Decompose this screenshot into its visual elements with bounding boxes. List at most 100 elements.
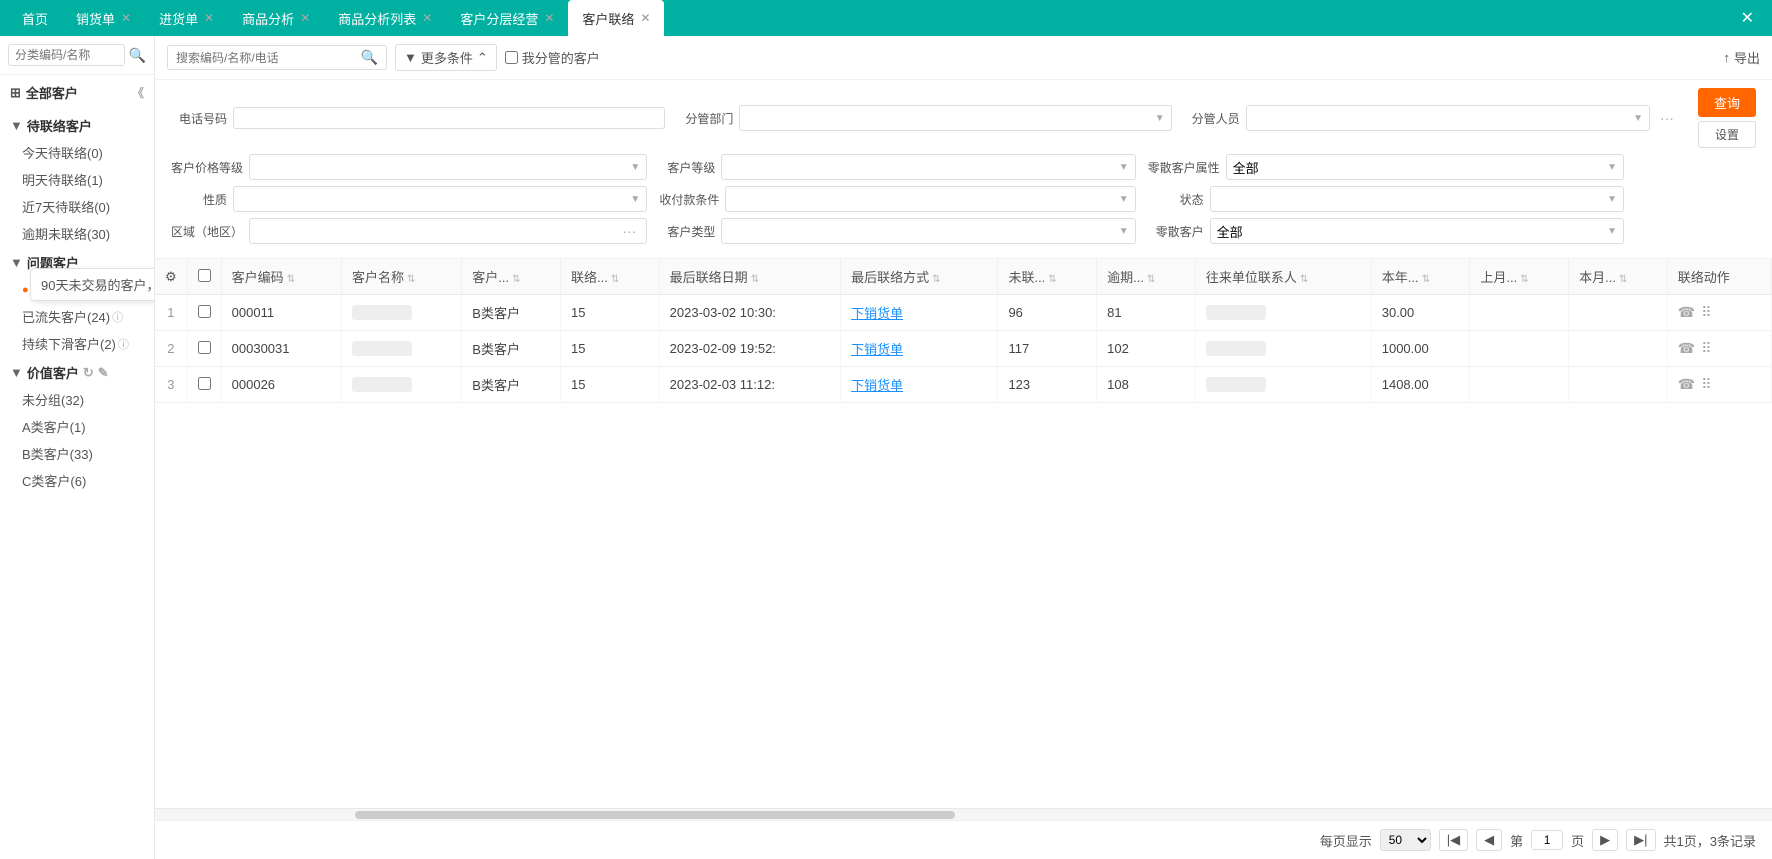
- row-last-method[interactable]: 下销货单: [841, 295, 998, 331]
- first-page-button[interactable]: |◀: [1439, 829, 1468, 851]
- filter-search-icon[interactable]: 🔍: [361, 49, 378, 66]
- page-size-select[interactable]: 50 100: [1380, 829, 1431, 851]
- row-this-year: 30.00: [1371, 295, 1470, 331]
- select-all-checkbox[interactable]: [198, 269, 211, 282]
- customer-type-select[interactable]: ▼: [721, 218, 1135, 244]
- tab-customer-contact[interactable]: 客户联络 ✕: [568, 0, 664, 36]
- sidebar-section-value[interactable]: ▼ 价值客户 ↻ ✎: [0, 357, 154, 386]
- nature-select[interactable]: ▼: [233, 186, 647, 212]
- declining-info-icon[interactable]: ⓘ: [118, 336, 129, 352]
- contact-icon[interactable]: ☎: [1678, 340, 1695, 357]
- close-tab-purchase-icon[interactable]: ✕: [204, 11, 214, 25]
- close-tab-customer-segment-icon[interactable]: ✕: [544, 11, 554, 25]
- filter-search-input[interactable]: [176, 51, 361, 65]
- row-checkbox[interactable]: [198, 341, 211, 354]
- sort-unit-icon[interactable]: ⇅: [1300, 274, 1308, 285]
- price-level-select[interactable]: ▼: [249, 154, 647, 180]
- row-checkbox[interactable]: [198, 377, 211, 390]
- table-row: 3000026 B类客户152023-02-03 11:12:下销货单12310…: [155, 367, 1772, 403]
- person-more-icon[interactable]: ···: [1656, 110, 1678, 126]
- sort-this-year-icon[interactable]: ⇅: [1422, 274, 1430, 285]
- sidebar-item-class-c[interactable]: C类客户(6): [0, 467, 154, 494]
- customer-level-select[interactable]: ▼: [721, 154, 1135, 180]
- sidebar-item-tomorrow-pending[interactable]: 明天待联络(1): [0, 166, 154, 193]
- payment-select[interactable]: ▼: [725, 186, 1135, 212]
- close-tab-analysis-icon[interactable]: ✕: [300, 11, 310, 25]
- sidebar-item-overdue-pending[interactable]: 逾期未联络(30): [0, 220, 154, 247]
- row-last-method[interactable]: 下销货单: [841, 331, 998, 367]
- query-button[interactable]: 查询: [1698, 88, 1756, 117]
- sort-not-contacted-icon[interactable]: ⇅: [1048, 274, 1056, 285]
- sort-type-icon[interactable]: ⇅: [512, 274, 520, 285]
- contact-icon[interactable]: ☎: [1678, 376, 1695, 393]
- sidebar-item-class-b[interactable]: B类客户(33): [0, 440, 154, 467]
- next-page-button[interactable]: ▶: [1592, 829, 1618, 851]
- sort-last-month-icon[interactable]: ⇅: [1520, 274, 1528, 285]
- row-unit-contact: [1195, 367, 1371, 403]
- export-button[interactable]: ↑ 导出: [1723, 48, 1760, 67]
- sidebar-section-pending[interactable]: ▼ 待联络客户: [0, 110, 154, 139]
- row-checkbox[interactable]: [198, 305, 211, 318]
- contact-icon[interactable]: ☎: [1678, 304, 1695, 321]
- sidebar-item-churned[interactable]: 已流失客户(24) ⓘ: [0, 303, 154, 330]
- dept-select[interactable]: ▼: [739, 105, 1171, 131]
- sort-overdue-icon[interactable]: ⇅: [1147, 274, 1155, 285]
- refresh-value-icon[interactable]: ↻: [83, 365, 94, 381]
- zero-customer-select[interactable]: 全部 ▼: [1210, 218, 1624, 244]
- status-select[interactable]: ▼: [1210, 186, 1624, 212]
- sort-contacts-icon[interactable]: ⇅: [611, 274, 619, 285]
- page-number-input[interactable]: [1531, 830, 1563, 850]
- last-page-button[interactable]: ▶|: [1626, 829, 1655, 851]
- tab-sales[interactable]: 销货单 ✕: [62, 0, 145, 36]
- row-name: [341, 295, 461, 331]
- filter-more-conditions[interactable]: ▼ 更多条件 ⌃: [395, 44, 497, 71]
- sidebar-item-7day-pending[interactable]: 近7天待联络(0): [0, 193, 154, 220]
- close-tab-customer-contact-icon[interactable]: ✕: [640, 11, 650, 25]
- more-action-icon[interactable]: ⠿: [1701, 376, 1711, 393]
- sort-this-month-icon[interactable]: ⇅: [1619, 274, 1627, 285]
- edit-value-icon[interactable]: ✎: [98, 365, 109, 381]
- dept-select-wrap: ▼: [739, 105, 1171, 131]
- more-action-icon[interactable]: ⠿: [1701, 304, 1711, 321]
- sidebar-all-customers[interactable]: ⊞ 全部客户 《: [0, 75, 154, 110]
- more-action-icon[interactable]: ⠿: [1701, 340, 1711, 357]
- window-close-icon[interactable]: ✕: [1731, 8, 1764, 28]
- sort-last-date-icon[interactable]: ⇅: [751, 274, 759, 285]
- region-dots-icon[interactable]: ···: [618, 223, 640, 239]
- col-settings[interactable]: ⚙: [155, 259, 187, 295]
- my-customers-checkbox[interactable]: [505, 51, 518, 64]
- tab-customer-segment[interactable]: 客户分层经营 ✕: [446, 0, 568, 36]
- tab-analysis-list[interactable]: 商品分析列表 ✕: [324, 0, 446, 36]
- scrollbar-thumb[interactable]: [355, 811, 955, 819]
- close-tab-sales-icon[interactable]: ✕: [121, 11, 131, 25]
- row-type: B类客户: [462, 331, 561, 367]
- tab-home[interactable]: 首页: [8, 0, 62, 36]
- sidebar-item-ungrouped[interactable]: 未分组(32): [0, 386, 154, 413]
- row-type: B类客户: [462, 367, 561, 403]
- close-tab-analysis-list-icon[interactable]: ✕: [422, 11, 432, 25]
- prev-page-button[interactable]: ◀: [1476, 829, 1502, 851]
- content-area: 🔍 ▼ 更多条件 ⌃ 我分管的客户 ↑ 导出 电话号码: [155, 36, 1772, 859]
- phone-input[interactable]: [233, 107, 665, 129]
- sort-name-icon[interactable]: ⇅: [407, 274, 415, 285]
- pagination-bar: 每页显示 50 100 |◀ ◀ 第 页 ▶ ▶| 共1页，3条记录: [155, 820, 1772, 859]
- horizontal-scrollbar[interactable]: [155, 808, 1772, 820]
- tab-analysis[interactable]: 商品分析 ✕: [228, 0, 324, 36]
- person-select[interactable]: ▼: [1246, 105, 1650, 131]
- collapse-sidebar-icon[interactable]: 《: [132, 84, 144, 101]
- churned-info-icon[interactable]: ⓘ: [112, 309, 123, 325]
- settings-button[interactable]: 设置: [1698, 121, 1756, 148]
- sort-code-icon[interactable]: ⇅: [287, 274, 295, 285]
- sidebar-search-input[interactable]: [8, 44, 125, 66]
- row-last-month: [1470, 367, 1569, 403]
- sidebar-item-today-pending[interactable]: 今天待联络(0): [0, 139, 154, 166]
- sort-last-method-icon[interactable]: ⇅: [932, 274, 940, 285]
- sidebar-item-declining[interactable]: 持续下滑客户(2) ⓘ: [0, 330, 154, 357]
- row-last-method[interactable]: 下销货单: [841, 367, 998, 403]
- region-select[interactable]: ···: [249, 218, 647, 244]
- tab-purchase[interactable]: 进货单 ✕: [145, 0, 228, 36]
- zero-customer-attr-select[interactable]: 全部 ▼: [1226, 154, 1624, 180]
- col-code: 客户编码⇅: [221, 259, 341, 295]
- sidebar-item-class-a[interactable]: A类客户(1): [0, 413, 154, 440]
- row-code: 000011: [221, 295, 341, 331]
